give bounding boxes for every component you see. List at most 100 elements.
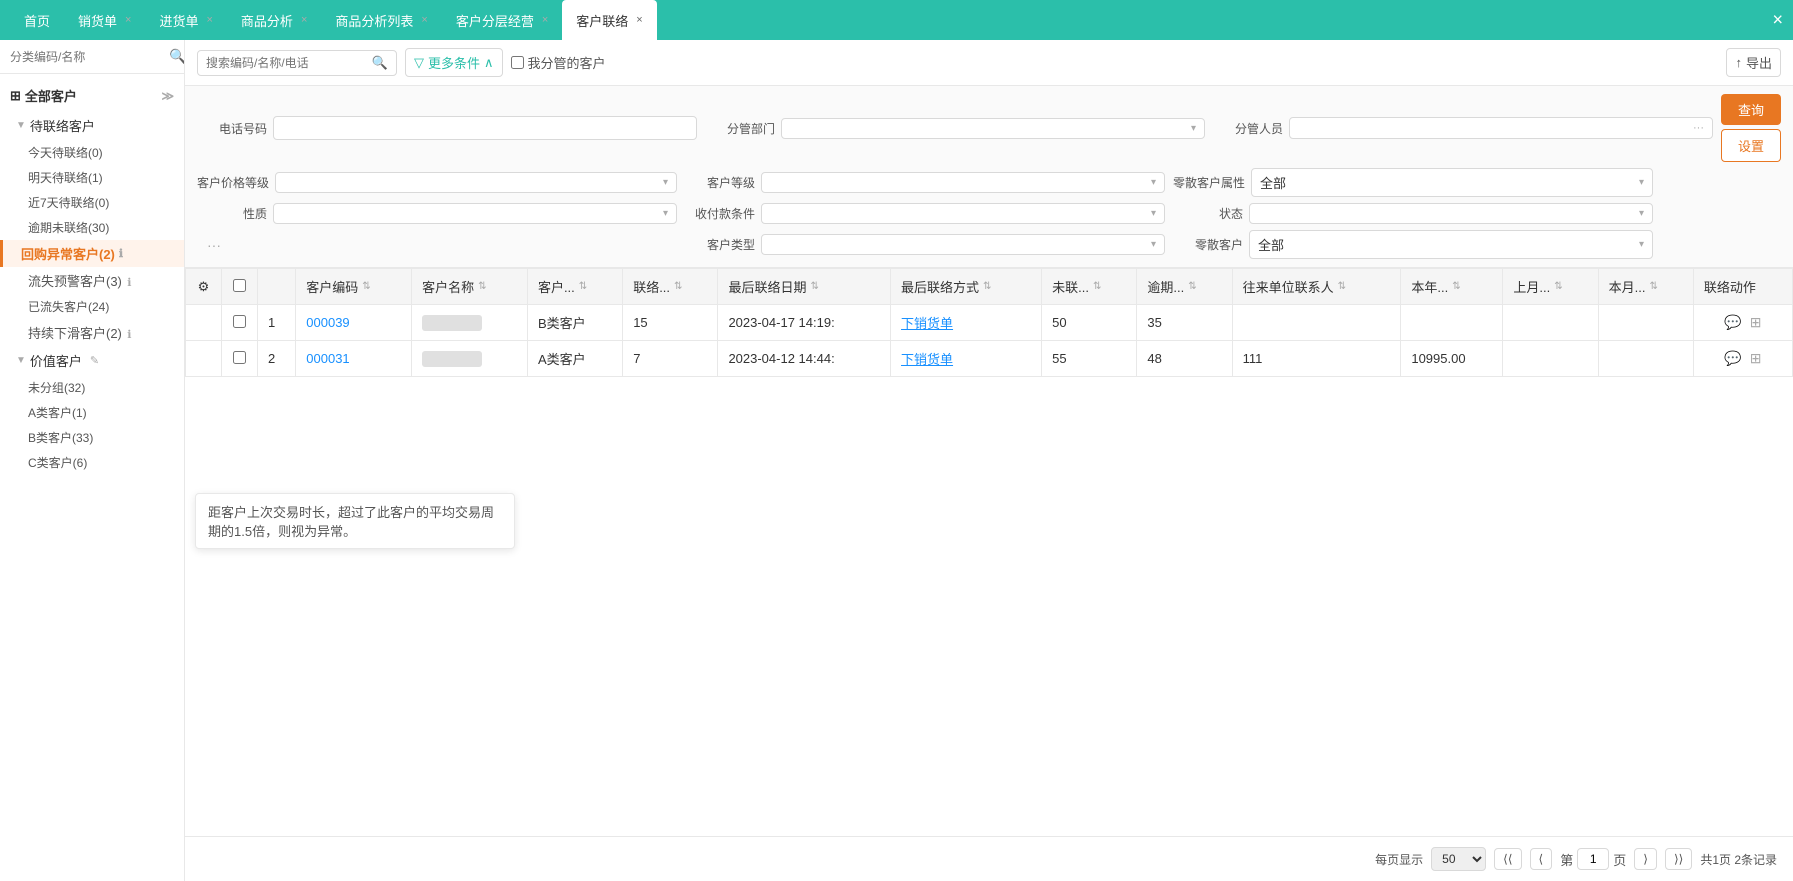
row2-select[interactable] <box>233 351 246 364</box>
last-page-btn[interactable]: ⟩⟩ <box>1665 848 1692 870</box>
filter-customer-type-select[interactable]: ▾ <box>761 234 1165 255</box>
row1-chat-icon[interactable]: 💬 <box>1724 314 1741 331</box>
tree-item-repurchase-abnormal[interactable]: 回购异常客户(2) ℹ <box>0 240 184 267</box>
row2-last-method[interactable]: 下销货单 <box>891 341 1042 377</box>
tree-item-a-class[interactable]: A类客户(1) <box>0 400 184 425</box>
nav-home[interactable]: 首页 <box>10 0 64 40</box>
more-filter-button[interactable]: ▽ 更多条件 ∧ <box>405 48 503 77</box>
nav-analysis[interactable]: 商品分析 × <box>227 0 321 40</box>
search-icon[interactable]: 🔍 <box>372 55 388 71</box>
select-all-checkbox[interactable] <box>233 279 246 292</box>
col-unit-contact[interactable]: 往来单位联系人 ⇅ <box>1232 269 1401 305</box>
col-name[interactable]: 客户名称 ⇅ <box>412 269 528 305</box>
tree-item-overdue[interactable]: 逾期未联络(30) <box>0 215 184 240</box>
tree-root-all-customers[interactable]: ⊞ 全部客户 ≫ <box>0 80 184 111</box>
row2-chat-icon[interactable]: 💬 <box>1724 350 1741 367</box>
row2-last-month <box>1503 341 1598 377</box>
nav-sales[interactable]: 销货单 × <box>64 0 145 40</box>
page-size-select[interactable]: 50 20 100 <box>1431 847 1486 871</box>
tree-item-churn-warning[interactable]: 流失预警客户(3) ℹ <box>0 267 184 294</box>
col-this-month[interactable]: 本月... ⇅ <box>1598 269 1693 305</box>
col-type[interactable]: 客户... ⇅ <box>527 269 622 305</box>
filter-dept-select[interactable]: ▾ <box>781 118 1205 139</box>
nav-analysis-list-close[interactable]: × <box>421 14 427 26</box>
filter-status-select[interactable]: ▾ <box>1249 203 1653 224</box>
tree-item-today[interactable]: 今天待联络(0) <box>0 140 184 165</box>
export-button[interactable]: ↑ 导出 <box>1726 48 1781 77</box>
row2-code[interactable]: 000031 <box>296 341 412 377</box>
tree-item-ungroup[interactable]: 未分组(32) <box>0 375 184 400</box>
edit-icon[interactable]: ✎ <box>90 354 99 367</box>
filter-phone: 电话号码 <box>197 116 697 140</box>
nav-sales-close[interactable]: × <box>125 14 131 26</box>
filter-retail-customer-select[interactable]: 全部 ▾ <box>1249 230 1653 259</box>
tree-item-churned[interactable]: 已流失客户(24) <box>0 294 184 319</box>
content-area: 🔍 ▽ 更多条件 ∧ 我分管的客户 ↑ 导出 电话号码 <box>185 40 1793 881</box>
my-customer-checkbox[interactable] <box>511 56 524 69</box>
window-close-icon[interactable]: × <box>1772 10 1783 31</box>
filter-price-level-select[interactable]: ▾ <box>275 172 677 193</box>
chevron-icon: ∧ <box>484 55 494 71</box>
arrow-icon: ▼ <box>16 120 26 131</box>
nav-purchase[interactable]: 进货单 × <box>145 0 226 40</box>
col-this-year[interactable]: 本年... ⇅ <box>1401 269 1503 305</box>
tree-item-b-class[interactable]: B类客户(33) <box>0 425 184 450</box>
setting-button[interactable]: 设置 <box>1721 129 1781 162</box>
nav-customer-contact[interactable]: 客户联络 × <box>562 0 656 40</box>
row2-grid-icon[interactable]: ⊞ <box>1750 350 1762 367</box>
table-wrap: ⚙ 客户编码 ⇅ 客户名称 ⇅ <box>185 268 1793 836</box>
filter-retail-attr-select[interactable]: 全部 ▾ <box>1251 168 1653 197</box>
more-dots-icon[interactable]: ··· <box>197 237 231 253</box>
tree-item-tomorrow[interactable]: 明天待联络(1) <box>0 165 184 190</box>
query-button[interactable]: 查询 <box>1721 94 1781 125</box>
per-page-label: 每页显示 <box>1375 851 1423 868</box>
filter-payment-select[interactable]: ▾ <box>761 203 1165 224</box>
row2-checkbox[interactable] <box>222 341 258 377</box>
filter-phone-input[interactable] <box>273 116 697 140</box>
col-checkbox[interactable] <box>222 269 258 305</box>
arrow-icon2: ▼ <box>16 355 26 366</box>
nav-customer-contact-close[interactable]: × <box>636 14 642 26</box>
col-last-month[interactable]: 上月... ⇅ <box>1503 269 1598 305</box>
sidebar-search-icon[interactable]: 🔍 <box>169 48 185 65</box>
nav-analysis-close[interactable]: × <box>301 14 307 26</box>
group-pending-contact[interactable]: ▼ 待联络客户 <box>0 111 184 140</box>
filter-person-select[interactable]: ··· <box>1289 117 1713 139</box>
prev-page-btn[interactable]: ⟨ <box>1530 848 1553 870</box>
filter-customer-level-select[interactable]: ▾ <box>761 172 1165 193</box>
group-value-customers[interactable]: ▼ 价值客户 ✎ <box>0 346 184 375</box>
row2-name <box>412 341 528 377</box>
next-page-btn[interactable]: ⟩ <box>1634 848 1657 870</box>
filter-price-level: 客户价格等级 ▾ <box>197 172 677 193</box>
nav-customer-tier[interactable]: 客户分层经营 × <box>442 0 562 40</box>
first-page-btn[interactable]: ⟨⟨ <box>1494 848 1521 870</box>
col-not-contacted[interactable]: 未联... ⇅ <box>1042 269 1137 305</box>
col-overdue[interactable]: 逾期... ⇅ <box>1137 269 1232 305</box>
row1-grid-icon[interactable]: ⊞ <box>1750 314 1762 331</box>
tree-item-7days[interactable]: 近7天待联络(0) <box>0 190 184 215</box>
filter-nature-select[interactable]: ▾ <box>273 203 677 224</box>
col-last-method[interactable]: 最后联络方式 ⇅ <box>891 269 1042 305</box>
nav-analysis-list[interactable]: 商品分析列表 × <box>321 0 441 40</box>
filter-status: 状态 ▾ <box>1173 203 1653 224</box>
collapse-icon[interactable]: ≫ <box>161 89 174 103</box>
tree-item-c-class[interactable]: C类客户(6) <box>0 450 184 475</box>
sidebar-search-input[interactable] <box>10 50 165 64</box>
row1-code[interactable]: 000039 <box>296 305 412 341</box>
dots-icon: ··· <box>1693 122 1704 134</box>
row1-checkbox[interactable] <box>222 305 258 341</box>
nav-purchase-close[interactable]: × <box>206 14 212 26</box>
col-last-date[interactable]: 最后联络日期 ⇅ <box>718 269 891 305</box>
row1-last-date: 2023-04-17 14:19: <box>718 305 891 341</box>
search-input[interactable] <box>206 56 368 70</box>
filter-dept: 分管部门 ▾ <box>705 118 1205 139</box>
row1-index: 1 <box>258 305 296 341</box>
page-input[interactable] <box>1577 848 1609 870</box>
col-contact[interactable]: 联络... ⇅ <box>623 269 718 305</box>
col-settings[interactable]: ⚙ <box>186 269 222 305</box>
tree-item-declining[interactable]: 持续下滑客户(2) ℹ <box>0 319 184 346</box>
nav-customer-tier-close[interactable]: × <box>542 14 548 26</box>
row1-select[interactable] <box>233 315 246 328</box>
col-code[interactable]: 客户编码 ⇅ <box>296 269 412 305</box>
row1-last-method[interactable]: 下销货单 <box>891 305 1042 341</box>
